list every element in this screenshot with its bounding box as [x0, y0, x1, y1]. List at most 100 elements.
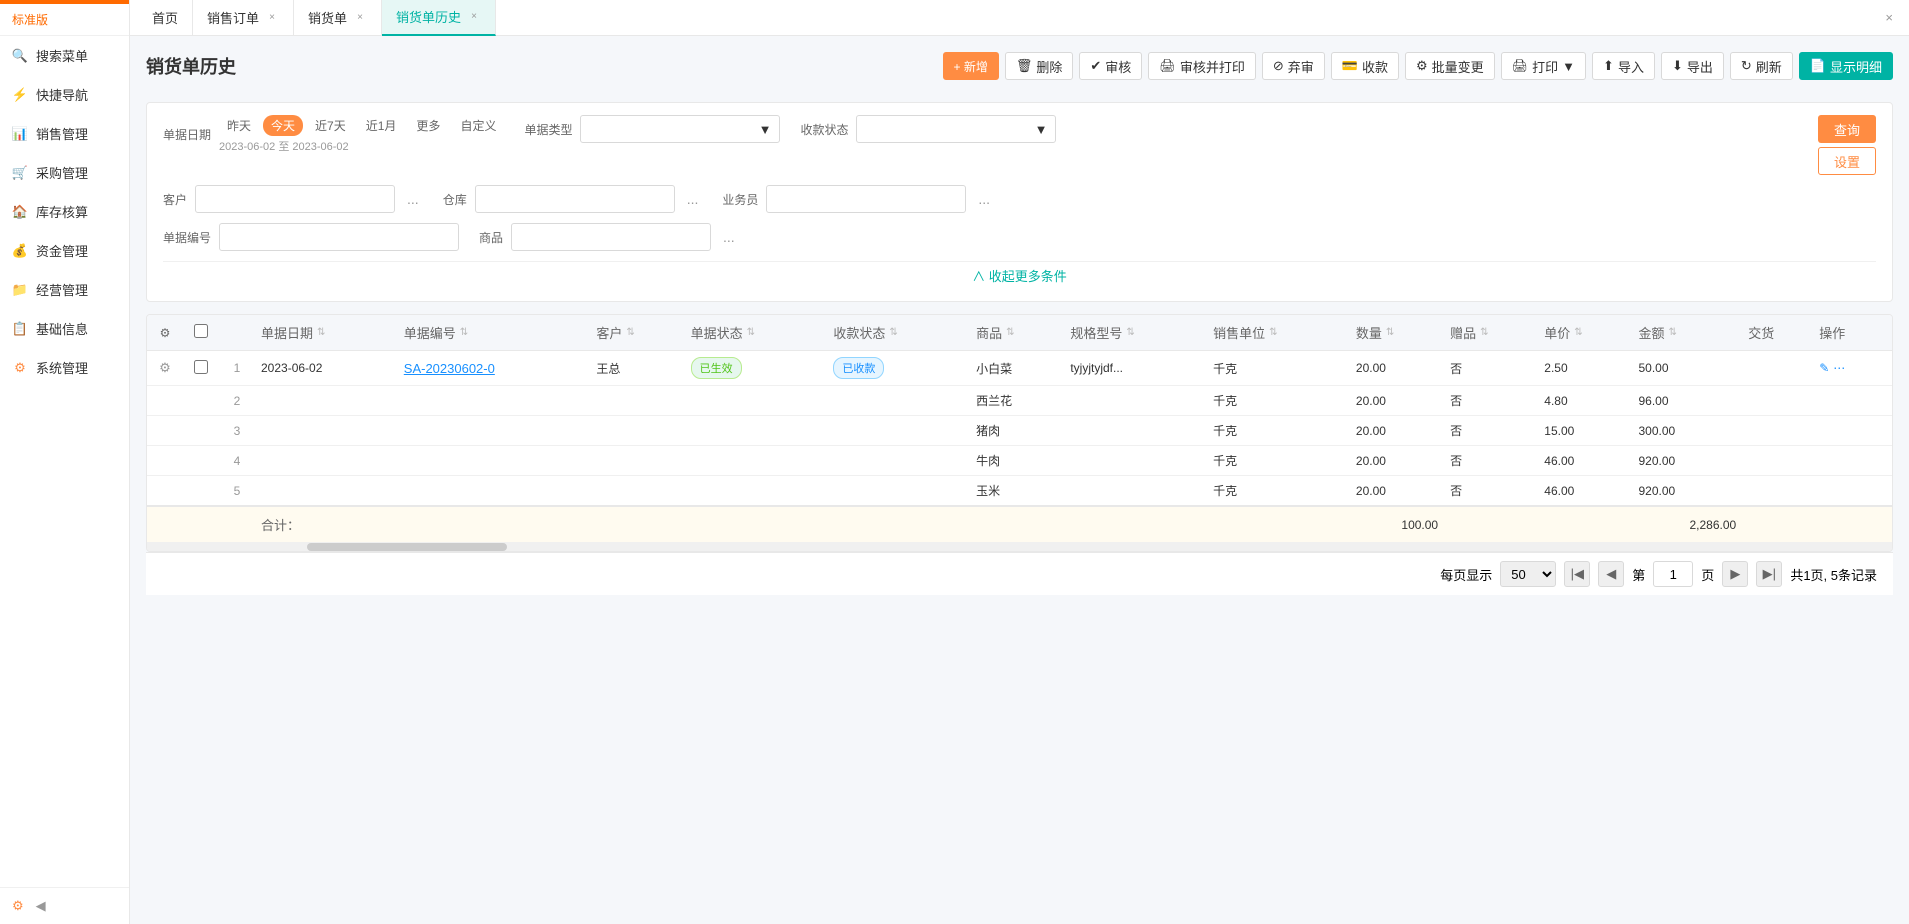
sidebar-item-basic-info[interactable]: 📋 基础信息	[0, 309, 129, 348]
goods-label: 商品	[479, 229, 503, 246]
horizontal-scrollbar[interactable]	[147, 543, 1892, 551]
th-sales-unit[interactable]: 销售单位 ⇅	[1207, 315, 1350, 351]
tab-sales-history-close[interactable]: ×	[467, 10, 481, 24]
th-spec[interactable]: 规格型号 ⇅	[1064, 315, 1207, 351]
goods-input[interactable]	[511, 223, 711, 251]
print-button[interactable]: 🖨 打印 ▼	[1501, 52, 1586, 80]
table-row: 2西兰花千克20.00否4.8096.00	[147, 386, 1892, 416]
th-trade: 交货	[1742, 315, 1813, 351]
page-size-select[interactable]: 50 100 200	[1500, 561, 1556, 587]
date-tab-custom[interactable]: 自定义	[452, 115, 504, 136]
audit-button[interactable]: ✔ 审核	[1079, 52, 1142, 80]
th-qty[interactable]: 数量 ⇅	[1350, 315, 1444, 351]
salesperson-more-btn[interactable]: ...	[974, 191, 994, 207]
sort-icon: ⇅	[1126, 327, 1134, 338]
th-goods[interactable]: 商品 ⇅	[970, 315, 1064, 351]
refresh-icon: ↻	[1741, 58, 1752, 74]
tab-sales-goods-close[interactable]: ×	[353, 11, 367, 25]
prev-page-button[interactable]: ◀	[1598, 561, 1624, 587]
th-doc-status[interactable]: 单据状态 ⇅	[685, 315, 828, 351]
warehouse-input[interactable]	[475, 185, 675, 213]
refresh-button[interactable]: ↻ 刷新	[1730, 52, 1793, 80]
window-close-button[interactable]: ×	[1877, 10, 1901, 25]
new-button[interactable]: + 新增	[943, 52, 999, 80]
th-customer[interactable]: 客户 ⇅	[590, 315, 684, 351]
page-number-input[interactable]	[1653, 561, 1693, 587]
more-action[interactable]: ⋯	[1833, 361, 1845, 375]
sidebar-settings-icon[interactable]: ⚙	[12, 898, 24, 914]
collapse-filter-button[interactable]: ∧ 收起更多条件	[163, 261, 1876, 289]
salesperson-input[interactable]	[766, 185, 966, 213]
sort-icon: ⇅	[1269, 327, 1277, 338]
customer-input[interactable]	[195, 185, 395, 213]
date-tab-today[interactable]: 今天	[263, 115, 303, 136]
row-checkbox[interactable]	[194, 360, 208, 374]
sidebar-item-inventory-calc[interactable]: 🏠 库存核算	[0, 192, 129, 231]
collect-button[interactable]: 💳 收款	[1331, 52, 1399, 80]
sidebar-collapse-icon[interactable]: ◀	[36, 898, 46, 914]
audit-print-button[interactable]: 🖨 审核并打印	[1148, 52, 1256, 80]
show-detail-button[interactable]: 📄 显示明细	[1799, 52, 1893, 80]
summary-label-text: 合计：	[255, 506, 1207, 543]
edit-action[interactable]: ✎	[1819, 361, 1829, 375]
tab-sales-history[interactable]: 销货单历史 ×	[382, 0, 496, 36]
scrollbar-thumb[interactable]	[307, 543, 507, 551]
date-tab-yesterday[interactable]: 昨天	[219, 115, 259, 136]
th-gear[interactable]: ⚙	[147, 315, 183, 351]
th-action: 操作	[1813, 315, 1892, 351]
tab-home[interactable]: 首页	[138, 0, 193, 36]
th-amount[interactable]: 金额 ⇅	[1632, 315, 1742, 351]
tab-sales-order[interactable]: 销售订单 ×	[193, 0, 294, 36]
doc-type-label: 单据类型	[524, 121, 572, 138]
query-button[interactable]: 查询	[1818, 115, 1876, 143]
next-page-button[interactable]: ▶	[1722, 561, 1748, 587]
date-tab-1month[interactable]: 近1月	[358, 115, 405, 136]
customer-more-btn[interactable]: ...	[403, 191, 423, 207]
sidebar-item-sys-mgmt[interactable]: ⚙ 系统管理	[0, 348, 129, 387]
th-doc-date[interactable]: 单据日期 ⇅	[255, 315, 398, 351]
date-tab-7days[interactable]: 近7天	[307, 115, 354, 136]
doc-type-select[interactable]: ▼	[580, 115, 780, 143]
date-tab-more[interactable]: 更多	[408, 115, 448, 136]
set-button[interactable]: 设置	[1818, 147, 1876, 175]
collect-status-select[interactable]: ▼	[856, 115, 1056, 143]
th-gift[interactable]: 赠品 ⇅	[1444, 315, 1538, 351]
import-button[interactable]: ⬆ 导入	[1592, 52, 1655, 80]
row-gear-icon[interactable]: ⚙	[159, 360, 171, 375]
docno-input[interactable]	[219, 223, 459, 251]
tab-bar: 首页 销售订单 × 销货单 × 销货单历史 × ×	[130, 0, 1909, 36]
sidebar-item-quick-nav[interactable]: ⚡ 快捷导航	[0, 75, 129, 114]
sidebar-item-sales-mgmt[interactable]: 📊 销售管理	[0, 114, 129, 153]
doc-no-link[interactable]: SA-20230602-0	[404, 361, 495, 376]
sort-icon: ⇅	[1574, 327, 1582, 338]
page-label: 第	[1632, 565, 1645, 584]
table-row: 3猪肉千克20.00否15.00300.00	[147, 416, 1892, 446]
date-range: 2023-06-02 至 2023-06-02	[219, 138, 504, 154]
sidebar-item-purchase-mgmt[interactable]: 🛒 采购管理	[0, 153, 129, 192]
tab-sales-goods[interactable]: 销货单 ×	[294, 0, 382, 36]
grid-icon: ⚡	[12, 87, 28, 103]
th-unit-price[interactable]: 单价 ⇅	[1538, 315, 1632, 351]
last-page-button[interactable]: ▶|	[1756, 561, 1782, 587]
sort-icon: ⇅	[747, 327, 755, 338]
sort-icon: ⇅	[317, 327, 325, 338]
collect-status-filter: 收款状态 ▼	[800, 115, 1056, 143]
select-arrow-icon: ▼	[759, 122, 772, 137]
warehouse-filter: 仓库 ...	[443, 185, 703, 213]
abandon-button[interactable]: ⊘ 弃审	[1262, 52, 1325, 80]
first-page-button[interactable]: |◀	[1564, 561, 1590, 587]
tab-sales-order-close[interactable]: ×	[265, 11, 279, 25]
th-collect-status[interactable]: 收款状态 ⇅	[827, 315, 970, 351]
sidebar-item-ops-mgmt[interactable]: 📁 经营管理	[0, 270, 129, 309]
goods-more-btn[interactable]: ...	[719, 229, 739, 245]
date-tabs: 昨天 今天 近7天 近1月 更多 自定义	[219, 115, 504, 136]
delete-button[interactable]: 🗑 删除	[1005, 52, 1074, 80]
th-doc-no[interactable]: 单据编号 ⇅	[398, 315, 591, 351]
batch-change-button[interactable]: ⚙ 批量变更	[1405, 52, 1495, 80]
export-button[interactable]: ⬇ 导出	[1661, 52, 1724, 80]
select-all-checkbox[interactable]	[194, 324, 208, 338]
page-content: 销货单历史 + 新增 🗑 删除 ✔ 审核 🖨 审核并打印 ⊘ 弃审	[130, 36, 1909, 924]
sidebar-item-finance-mgmt[interactable]: 💰 资金管理	[0, 231, 129, 270]
sidebar-item-search-menu[interactable]: 🔍 搜索菜单	[0, 36, 129, 75]
warehouse-more-btn[interactable]: ...	[683, 191, 703, 207]
